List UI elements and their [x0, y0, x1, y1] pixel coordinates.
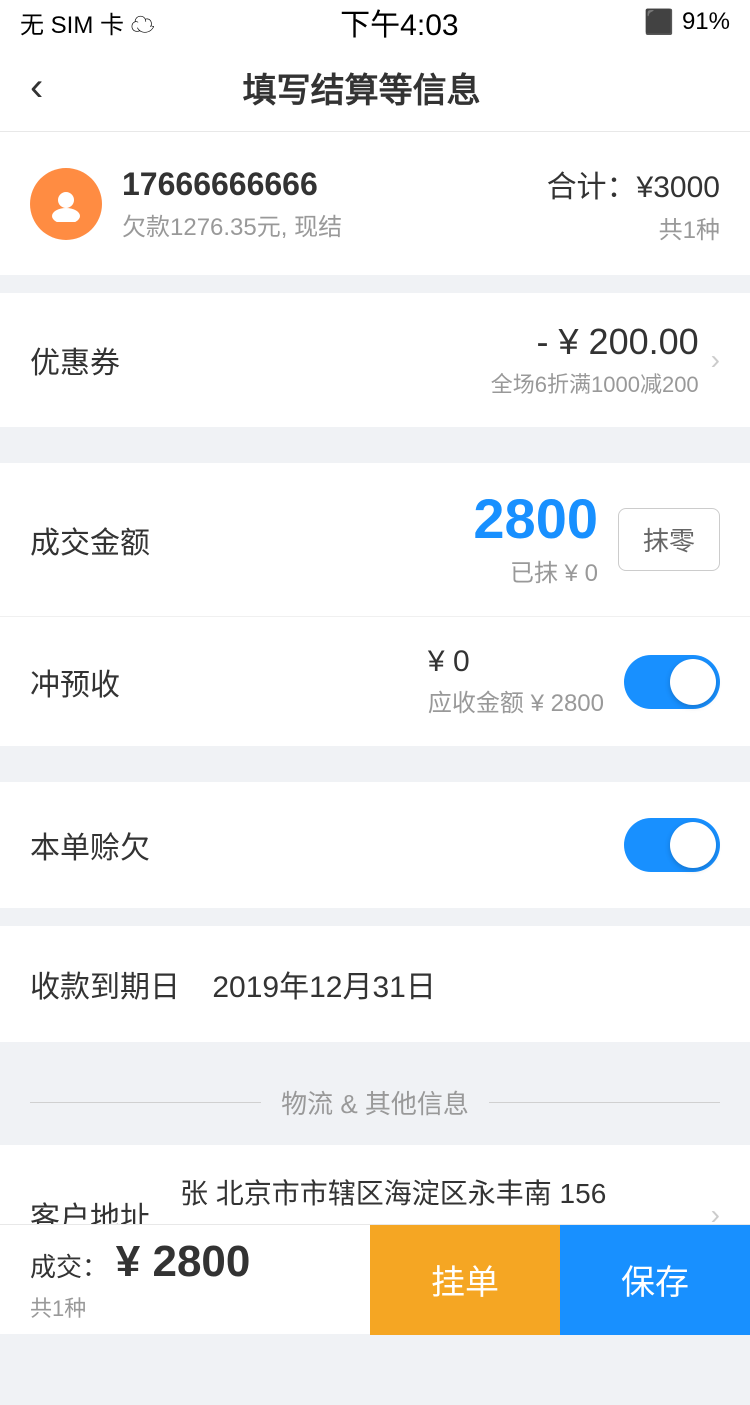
content: 17666666666 欠款1276.35元, 现结 合计：¥3000 共1种 …: [0, 132, 750, 1405]
chevron-right-icon: ›: [711, 344, 720, 376]
bottom-deal-line: 成交： ¥ 2800: [30, 1237, 340, 1287]
save-button[interactable]: 保存: [560, 1225, 750, 1335]
back-button[interactable]: ‹: [30, 65, 43, 110]
deal-amount-value: 2800: [473, 491, 598, 547]
deal-amount-wrapper: 2800 已抹 ¥ 0: [473, 491, 598, 588]
battery-icon: ⬛: [644, 8, 674, 37]
deal-amount-label: 成交金额: [30, 518, 150, 562]
bottom-summary: 成交： ¥ 2800 共1种: [0, 1237, 370, 1323]
customer-card: 17666666666 欠款1276.35元, 现结 合计：¥3000 共1种: [0, 132, 750, 275]
precharge-value: ¥ 0 应收金额 ¥ 2800: [428, 645, 604, 718]
customer-left: 17666666666 欠款1276.35元, 现结: [30, 166, 342, 242]
customer-right: 合计：¥3000 共1种: [547, 162, 720, 245]
customer-count: 共1种: [547, 210, 720, 245]
deal-amount-row: 成交金额 2800 已抹 ¥ 0 抹零: [0, 463, 750, 617]
section-divider-2: [0, 764, 750, 782]
deal-amount-right: 2800 已抹 ¥ 0 抹零: [473, 491, 720, 588]
pending-button[interactable]: 挂单: [370, 1225, 560, 1335]
deal-amount-sub: 已抹 ¥ 0: [473, 553, 598, 588]
customer-info: 17666666666 欠款1276.35元, 现结: [122, 166, 342, 242]
customer-total: 合计：¥3000: [547, 162, 720, 206]
precharge-sub: 应收金额 ¥ 2800: [428, 683, 604, 718]
coupon-row[interactable]: 优惠券 - ¥ 200.00 全场6折满1000减200 ›: [0, 293, 750, 427]
pre-charge-right: ¥ 0 应收金额 ¥ 2800: [428, 645, 720, 718]
battery-percent: 91%: [682, 8, 730, 36]
status-time: 下午4:03: [340, 0, 458, 44]
bottom-deal-label: 成交：: [30, 1252, 108, 1282]
logistics-header: 物流 & 其他信息: [0, 1060, 750, 1145]
logistics-line-right: [489, 1102, 720, 1103]
status-right: ⬛ 91%: [644, 8, 730, 37]
due-date-value: 2019年12月31日: [212, 971, 435, 1004]
coupon-value: - ¥ 200.00 全场6折满1000减200: [491, 321, 699, 399]
sim-status: 无 SIM 卡 ☁: [20, 5, 155, 40]
page-title: 填写结算等信息: [63, 63, 660, 112]
header: ‹ 填写结算等信息: [0, 44, 750, 132]
round-off-button[interactable]: 抹零: [618, 508, 720, 571]
avatar: [30, 168, 102, 240]
debt-row: 本单赊欠: [0, 782, 750, 908]
status-left: 无 SIM 卡 ☁: [20, 5, 155, 40]
status-bar: 无 SIM 卡 ☁ 下午4:03 ⬛ 91%: [0, 0, 750, 44]
debt-toggle-knob: [670, 822, 716, 868]
pre-charge-label: 冲预收: [30, 660, 120, 704]
coupon-desc: 全场6折满1000减200: [491, 367, 699, 399]
pre-charge-row: 冲预收 ¥ 0 应收金额 ¥ 2800: [0, 617, 750, 746]
coupon-label: 优惠券: [30, 338, 120, 382]
precharge-amount: ¥ 0: [428, 645, 604, 679]
debt-toggle[interactable]: [624, 818, 720, 872]
deal-amount-section: 成交金额 2800 已抹 ¥ 0 抹零 冲预收 ¥ 0 应收金额 ¥ 2800: [0, 463, 750, 746]
logistics-line-left: [30, 1102, 261, 1103]
coupon-right: - ¥ 200.00 全场6折满1000减200 ›: [491, 321, 720, 399]
logistics-label: 物流 & 其他信息: [281, 1084, 469, 1121]
customer-debt: 欠款1276.35元, 现结: [122, 207, 342, 242]
pre-charge-toggle[interactable]: [624, 655, 720, 709]
bottom-amount: ¥ 2800: [116, 1237, 251, 1286]
bottom-count: 共1种: [30, 1291, 340, 1323]
bottom-bar: 成交： ¥ 2800 共1种 挂单 保存: [0, 1224, 750, 1334]
toggle-knob: [670, 659, 716, 705]
due-date-row: 收款到期日 2019年12月31日: [0, 926, 750, 1042]
debt-label: 本单赊欠: [30, 823, 150, 867]
section-divider-1: [0, 445, 750, 463]
coupon-amount: - ¥ 200.00: [491, 321, 699, 363]
due-date-label: 收款到期日: [30, 971, 180, 1004]
customer-phone: 17666666666: [122, 166, 342, 203]
